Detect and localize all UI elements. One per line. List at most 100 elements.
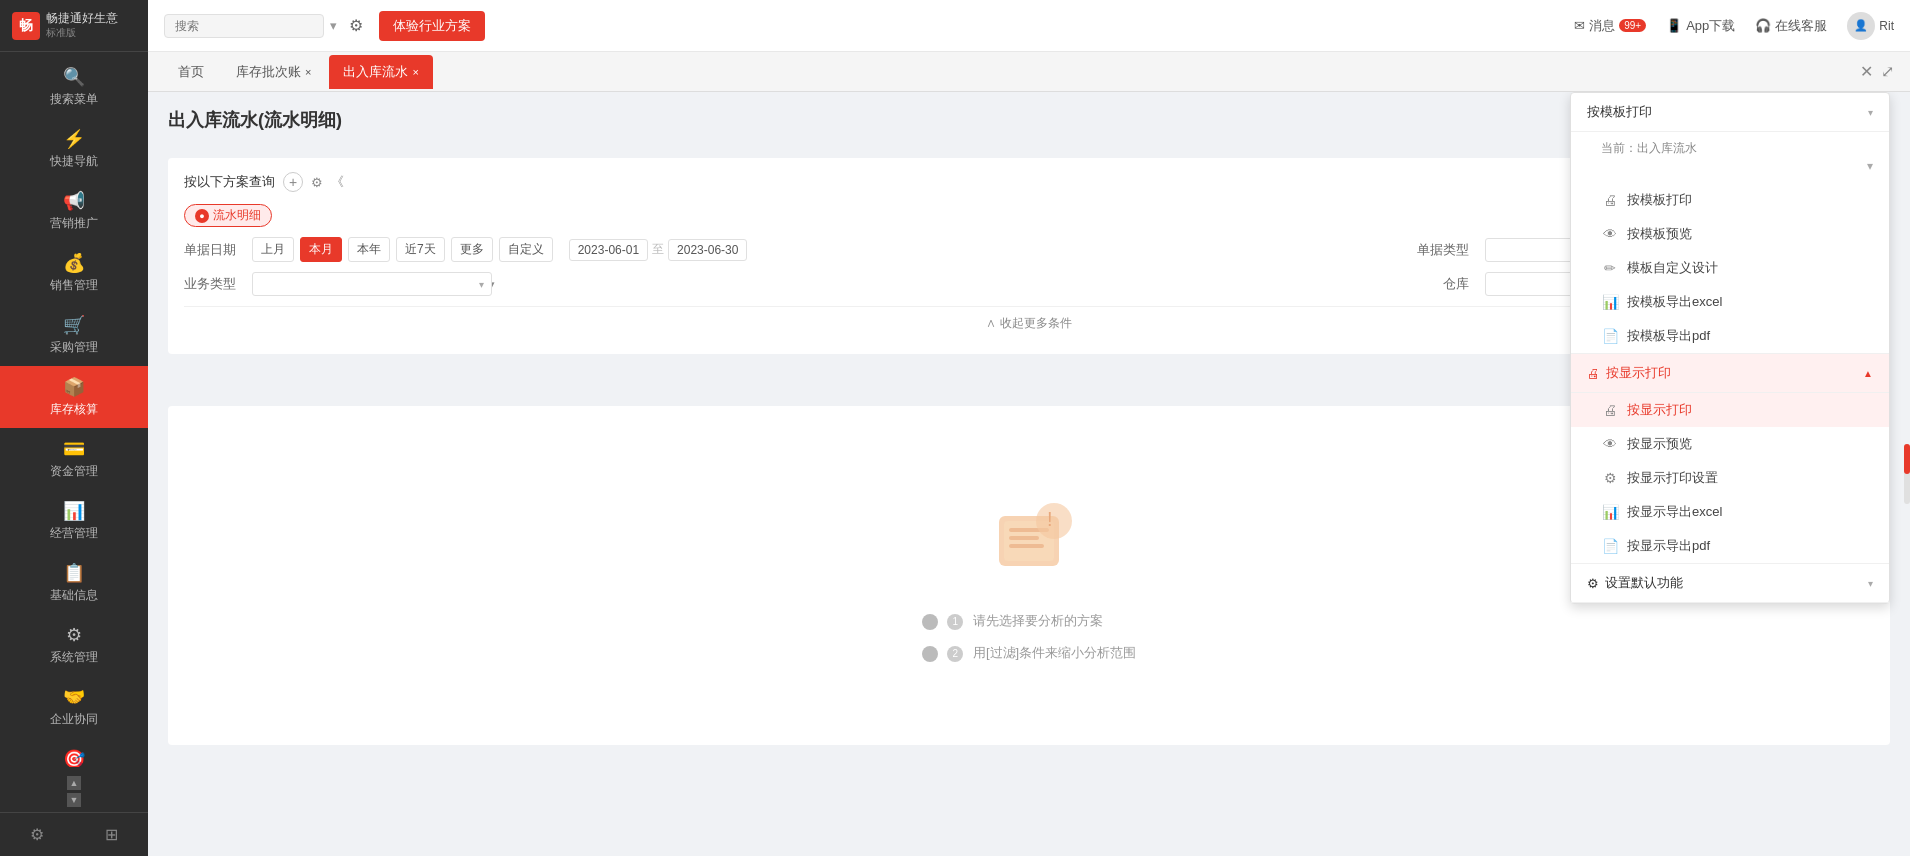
menu-custom-design[interactable]: ✏ 模板自定义设计 [1571,251,1889,285]
warehouse-label: 仓库 [1443,275,1469,293]
menu-export-excel-display-label: 按显示导出excel [1627,503,1722,521]
collapse-sidebar-btn[interactable]: ⊞ [105,825,118,844]
menu-export-pdf-template[interactable]: 📄 按模板导出pdf [1571,319,1889,353]
design-icon: ✏ [1601,260,1619,276]
tab-batch[interactable]: 库存批次账 × [222,55,325,89]
scroll-bar[interactable] [1904,444,1910,504]
current-arrow: ▾ [1867,159,1873,173]
page-content: 出入库流水(流水明细) 🖨 按模板打印 ▲ ⬆ 导出 ↺ 刷新 [148,92,1910,856]
tag-flow-detail[interactable]: ● 流水明细 [184,204,272,227]
tab-batch-close[interactable]: × [305,66,311,78]
sidebar-item-2[interactable]: 📢营销推广 [0,180,148,242]
sidebar-scroll-down[interactable]: ▼ [67,793,81,807]
sidebar-item-10[interactable]: 🤝企业协同 [0,676,148,738]
topbar-search-input[interactable] [164,14,324,38]
date-quick-btns: 上月 本月 本年 近7天 更多 自定义 [252,237,553,262]
print-template-header[interactable]: 按模板打印 ▾ [1571,93,1889,132]
menu-export-excel-display[interactable]: 📊 按显示导出excel [1571,495,1889,529]
sidebar-item-3[interactable]: 💰销售管理 [0,242,148,304]
sidebar-item-11[interactable]: 🎯新手引导 [0,738,148,767]
date-more[interactable]: 更多 [451,237,493,262]
logo-version: 标准版 [46,26,118,40]
date-this-month[interactable]: 本月 [300,237,342,262]
search-collapse-icon[interactable]: 《 [331,173,344,191]
current-label: 当前：出入库流水 [1571,136,1889,157]
nav-label-0: 搜索菜单 [50,91,98,108]
sidebar-nav: 🔍 搜索菜单 ⚡快捷导航📢营销推广💰销售管理 🛒 采购管理 📦库存核算💳资金管理📊经营管理… [0,52,148,767]
tab-home-label: 首页 [178,63,204,81]
logo-icon: 畅 [12,12,40,40]
tab-flow[interactable]: 出入库流水 × [329,55,432,89]
nav-label-8: 基础信息 [50,587,98,604]
nav-icon-4: 🛒 [63,314,85,336]
nav-icon-0: 🔍 [63,66,85,88]
user-avatar-area[interactable]: 👤 Rit [1847,12,1894,40]
topbar-gear-icon[interactable]: ⚙ [349,16,363,35]
phone-icon: 📱 [1666,18,1682,33]
sidebar-logo: 畅 畅捷通好生意 标准版 [0,0,148,52]
main-content: ▾ ⚙ 体验行业方案 ✉ 消息 99+ 📱 App下载 🎧 在线客服 👤 [148,0,1910,856]
date-label: 单据日期 [184,241,236,259]
tabbar: 首页 库存批次账 × 出入库流水 × ✕ ⤢ [148,52,1910,92]
menu-print-display[interactable]: 🖨 按显示打印 [1571,393,1889,427]
date-7days[interactable]: 近7天 [396,237,445,262]
add-search-btn[interactable]: + [283,172,303,192]
svg-point-5 [1036,503,1072,539]
tab-close-all-btn[interactable]: ✕ [1860,62,1873,81]
sidebar-item-6[interactable]: 💳资金管理 [0,428,148,490]
nav-icon-8: 📋 [63,562,85,584]
menu-print-template[interactable]: 🖨 按模板打印 [1571,183,1889,217]
app-download-btn[interactable]: 📱 App下载 [1666,17,1735,35]
sidebar-item-8[interactable]: 📋 基础信息 [0,552,148,614]
trial-btn[interactable]: 体验行业方案 [379,11,485,41]
svg-rect-3 [1009,536,1039,540]
nav-label-5: 库存核算 [50,401,98,418]
preview-icon: 👁 [1601,226,1619,242]
menu-export-pdf-display[interactable]: 📄 按显示导出pdf [1571,529,1889,563]
settings-bottom-btn[interactable]: ⚙ [30,825,44,844]
menu-export-excel-template[interactable]: 📊 按模板导出excel [1571,285,1889,319]
empty-tip-2: 2 用[过滤]条件来缩小分析范围 [922,641,1136,665]
menu-print-settings-display-label: 按显示打印设置 [1627,469,1718,487]
date-this-year[interactable]: 本年 [348,237,390,262]
search-gear-icon[interactable]: ⚙ [311,175,323,190]
topbar-dropdown-btn[interactable]: ▾ [330,18,337,33]
tab-home[interactable]: 首页 [164,55,218,89]
business-type-select-wrap [252,272,492,296]
menu-print-settings-display[interactable]: ⚙ 按显示打印设置 [1571,461,1889,495]
search-title: 按以下方案查询 + ⚙ 《 [184,172,344,192]
date-to[interactable]: 2023-06-30 [668,239,747,261]
date-from[interactable]: 2023-06-01 [569,239,648,261]
menu-preview-display[interactable]: 👁 按显示预览 [1571,427,1889,461]
sidebar-item-4[interactable]: 🛒 采购管理 [0,304,148,366]
sidebar-item-1[interactable]: ⚡快捷导航 [0,118,148,180]
tab-expand-btn[interactable]: ⤢ [1881,62,1894,81]
print-display-header[interactable]: 🖨 按显示打印 ▲ [1571,354,1889,393]
sidebar-item-0[interactable]: 🔍 搜索菜单 [0,56,148,118]
date-last-month[interactable]: 上月 [252,237,294,262]
collapse-arrow-icon: ∧ [986,316,996,330]
app-download-label: App下载 [1686,17,1735,35]
print-template-arrow: ▾ [1868,107,1873,118]
message-btn[interactable]: ✉ 消息 99+ [1574,17,1646,35]
sidebar-item-9[interactable]: ⚙系统管理 [0,614,148,676]
nav-icon-11: 🎯 [63,748,85,767]
svg-rect-4 [1009,544,1044,548]
topbar: ▾ ⚙ 体验行业方案 ✉ 消息 99+ 📱 App下载 🎧 在线客服 👤 [148,0,1910,52]
sidebar-scroll-up[interactable]: ▲ [67,776,81,790]
menu-print-template-label: 按模板打印 [1627,191,1692,209]
sidebar-item-7[interactable]: 📊经营管理 [0,490,148,552]
set-default-header[interactable]: ⚙ 设置默认功能 ▾ [1571,564,1889,603]
sidebar-item-5[interactable]: 📦库存核算 [0,366,148,428]
nav-label-4: 采购管理 [50,339,98,356]
date-custom[interactable]: 自定义 [499,237,553,262]
online-service-btn[interactable]: 🎧 在线客服 [1755,17,1827,35]
menu-preview-template[interactable]: 👁 按模板预览 [1571,217,1889,251]
printer-icon: 🖨 [1601,192,1619,208]
nav-icon-7: 📊 [63,500,85,522]
business-type-select[interactable] [252,272,492,296]
print-template-header-label: 按模板打印 [1587,103,1652,121]
tab-flow-close[interactable]: × [412,66,418,78]
settings-icon: ⚙ [1587,576,1599,591]
pdf-icon: 📄 [1601,328,1619,344]
